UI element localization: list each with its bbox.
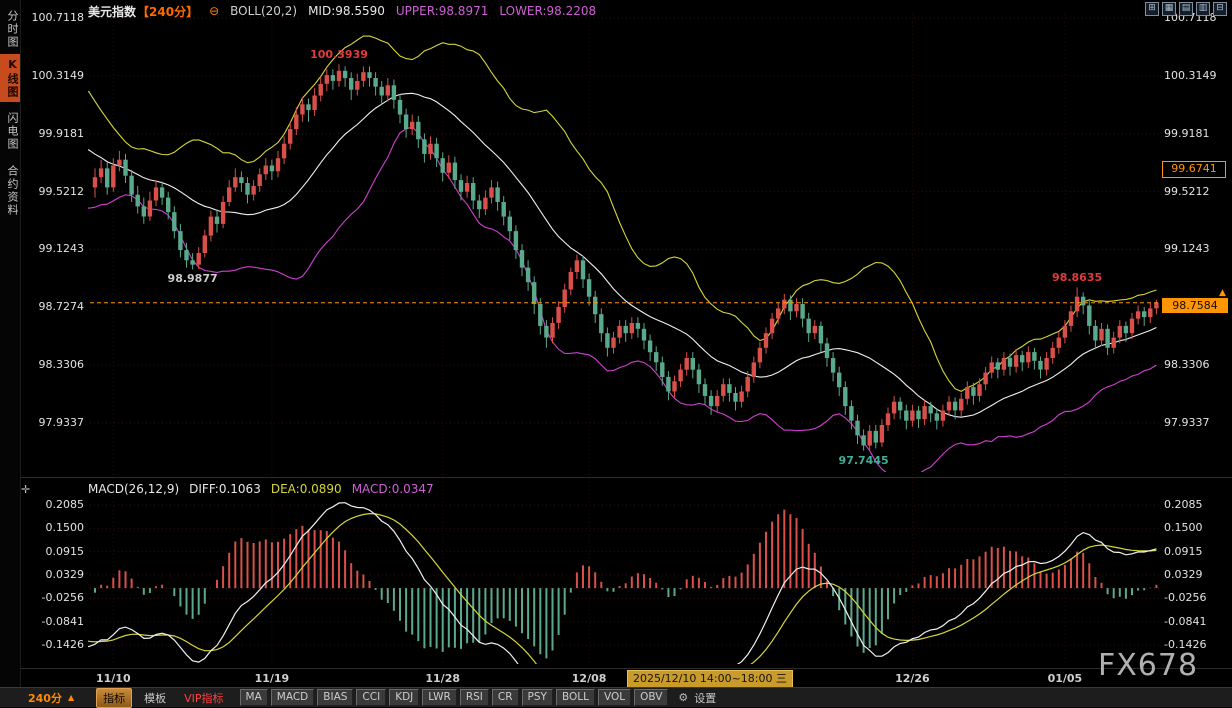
price-axis-label: 98.3306 (18, 358, 84, 371)
macd-dea-value: DEA:0.0890 (271, 482, 342, 496)
date-axis-label: 12/26 (895, 672, 930, 685)
price-panel (0, 36, 1159, 478)
boll-lower-value: LOWER:98.2208 (499, 4, 596, 18)
window-layout-icon-4[interactable]: ▥ (1196, 2, 1210, 16)
price-axis-label: 99.9181 (18, 127, 84, 140)
window-layout-icon-5[interactable]: ⊟ (1213, 2, 1227, 16)
macd-hist-value: MACD:0.0347 (352, 482, 434, 496)
date-axis-label: 11/19 (255, 672, 290, 685)
boll-upper-value: UPPER:98.8971 (396, 4, 488, 18)
date-axis-label: 11/28 (425, 672, 460, 685)
boll-mid-line (0, 93, 1156, 418)
price-annotation: 97.7445 (839, 454, 889, 467)
gear-icon[interactable]: ⚙ (678, 691, 688, 704)
boll-lower-line (0, 93, 1156, 479)
indicator-button-lwr[interactable]: LWR (422, 689, 457, 706)
collapse-indicator-icon[interactable]: ⊖ (209, 4, 219, 18)
price-annotation: 98.8635 (1052, 271, 1102, 284)
indicator-button-ma[interactable]: MA (240, 689, 268, 706)
panel-divider (20, 477, 1232, 478)
price-axis-label: 100.3149 (1164, 69, 1230, 82)
price-axis-label: 97.9337 (18, 416, 84, 429)
indicator-button-vol[interactable]: VOL (598, 689, 631, 706)
gridlines (90, 14, 1160, 664)
period-selector[interactable]: 240分 (28, 690, 62, 706)
indicator-button-cr[interactable]: CR (492, 689, 519, 706)
date-axis-label: 12/08 (572, 672, 607, 685)
bottom-toolbar: 240分 ▲ 指标 模板 VIP指标 MAMACDBIASCCIKDJLWRRS… (0, 687, 1232, 707)
price-axis-label: 98.3306 (1164, 358, 1230, 371)
tab-vip-indicators[interactable]: VIP指标 (178, 689, 229, 707)
price-axis-label: 99.5212 (1164, 185, 1230, 198)
window-controls: ⊞ ▦ ▤ ▥ ⊟ (1145, 2, 1227, 16)
caret-up-icon[interactable]: ▲ (68, 693, 74, 702)
chart-type-sidebar: 分时图 K线图 闪电图 合约资料 (0, 0, 21, 688)
boll-mid-value: MID:98.5590 (308, 4, 385, 18)
macd-header: MACD(26,12,9) DIFF:0.1063 DEA:0.0890 MAC… (88, 482, 434, 496)
axis-divider (20, 668, 1232, 669)
last-price-arrow-icon: ▲ (1219, 288, 1226, 298)
period-label[interactable]: 【240分】 (137, 3, 198, 20)
macd-axis-label: 0.1500 (18, 521, 84, 534)
macd-axis-label: 0.0329 (18, 568, 84, 581)
trading-app-window: 分时图 K线图 闪电图 合约资料 美元指数 【240分】 ⊖ BOLL(20,2… (0, 0, 1232, 707)
price-axis-label: 99.5212 (18, 185, 84, 198)
macd-axis-label: 0.0329 (1164, 568, 1230, 581)
symbol-text: 美元指数 (88, 5, 136, 19)
indicator-button-macd[interactable]: MACD (271, 689, 314, 706)
last-price-tag: 98.7584 (1162, 298, 1228, 313)
sidebar-tab-kline-chart[interactable]: K线图 (0, 54, 20, 102)
indicator-button-cci[interactable]: CCI (356, 689, 386, 706)
indicator-button-kdj[interactable]: KDJ (389, 689, 419, 706)
symbol-name: 美元指数 (88, 3, 136, 20)
price-axis-label: 100.7118 (18, 11, 84, 24)
window-layout-icon-2[interactable]: ▦ (1162, 2, 1176, 16)
price-axis-label: 97.9337 (1164, 416, 1230, 429)
price-annotation: 98.9877 (168, 272, 218, 285)
candlestick-chart[interactable] (0, 0, 1232, 707)
date-axis-label: 01/05 (1048, 672, 1083, 685)
boll-indicator-label: BOLL(20,2) (230, 4, 297, 18)
macd-axis-label: -0.1426 (18, 638, 84, 651)
tab-templates[interactable]: 模板 (138, 689, 172, 707)
macd-axis-label: -0.0256 (18, 591, 84, 604)
price-axis-label: 99.1243 (18, 242, 84, 255)
alert-price-tag[interactable]: 99.6741 (1162, 161, 1226, 178)
indicator-button-obv[interactable]: OBV (634, 689, 668, 706)
macd-axis-label: -0.0841 (18, 615, 84, 628)
current-candle-date-box: 2025/12/10 14:00~18:00 三 (627, 670, 793, 688)
macd-axis-label: 0.2085 (18, 498, 84, 511)
window-layout-icon-3[interactable]: ▤ (1179, 2, 1193, 16)
settings-label[interactable]: 设置 (694, 690, 716, 706)
indicator-button-rsi[interactable]: RSI (460, 689, 489, 706)
macd-axis-label: 0.0915 (1164, 545, 1230, 558)
sidebar-tab-lightning-chart[interactable]: 闪电图 (0, 108, 20, 154)
macd-axis-label: 0.2085 (1164, 498, 1230, 511)
indicator-button-boll[interactable]: BOLL (556, 689, 595, 706)
price-axis-label: 100.3149 (18, 69, 84, 82)
date-axis-label: 11/10 (96, 672, 131, 685)
sidebar-tab-contract-info[interactable]: 合约资料 (0, 160, 20, 222)
macd-axis-label: 0.0915 (18, 545, 84, 558)
candles (93, 64, 1159, 450)
price-axis-label: 99.9181 (1164, 127, 1230, 140)
macd-axis-label: -0.0841 (1164, 615, 1230, 628)
fx678-watermark: FX678 (1098, 648, 1198, 683)
price-axis-label: 98.7274 (18, 300, 84, 313)
macd-indicator-label: MACD(26,12,9) (88, 482, 179, 496)
sidebar-tab-time-chart[interactable]: 分时图 (0, 6, 20, 52)
macd-axis-label: -0.0256 (1164, 591, 1230, 604)
chart-header: 美元指数 【240分】 ⊖ BOLL(20,2) MID:98.5590 UPP… (88, 3, 596, 19)
price-annotation: 100.3939 (310, 48, 368, 61)
macd-diff-value: DIFF:0.1063 (189, 482, 261, 496)
window-layout-icon-1[interactable]: ⊞ (1145, 2, 1159, 16)
macd-expand-icon[interactable]: ✛ (21, 483, 30, 496)
tab-indicators[interactable]: 指标 (96, 688, 132, 708)
indicator-button-group: MAMACDBIASCCIKDJLWRRSICRPSYBOLLVOLOBV (240, 689, 669, 706)
price-axis-label: 99.1243 (1164, 242, 1230, 255)
indicator-button-bias[interactable]: BIAS (317, 689, 353, 706)
indicator-button-psy[interactable]: PSY (522, 689, 553, 706)
macd-axis-label: 0.1500 (1164, 521, 1230, 534)
